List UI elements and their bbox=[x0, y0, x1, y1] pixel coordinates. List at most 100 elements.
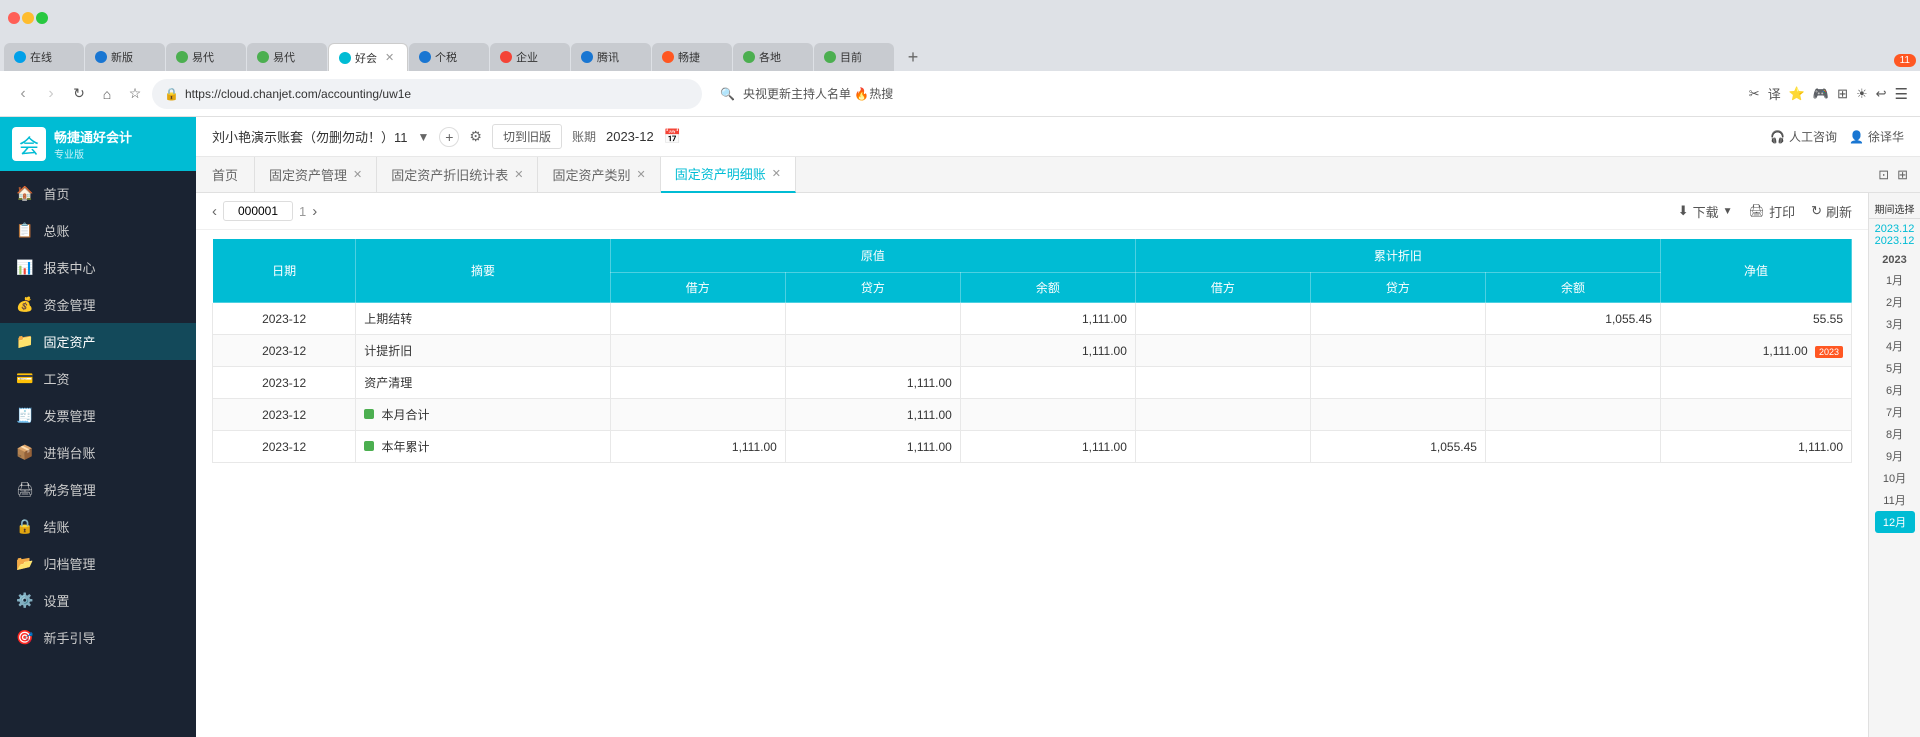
sidebar-item-salary[interactable]: 💳 工资 bbox=[0, 360, 196, 397]
calendar-icon[interactable]: 📅 bbox=[664, 128, 681, 145]
period-month-11[interactable]: 11月 bbox=[1875, 489, 1915, 511]
print-icon: 🖨 bbox=[1749, 203, 1766, 219]
row5-orig-balance: 1,111.00 bbox=[960, 431, 1135, 463]
next-page-btn[interactable]: › bbox=[312, 203, 317, 220]
tab-close-2[interactable]: ✕ bbox=[514, 168, 523, 181]
ext-undo[interactable]: ↩ bbox=[1876, 86, 1887, 102]
prev-page-btn[interactable]: ‹ bbox=[212, 203, 217, 220]
tab-asset-category[interactable]: 固定资产类别 ✕ bbox=[538, 157, 660, 193]
col-original-value: 原值 bbox=[610, 239, 1135, 273]
help-btn[interactable]: 🎧 人工咨询 bbox=[1770, 128, 1837, 145]
browser-tab-qiye[interactable]: 企业 bbox=[490, 43, 570, 71]
sidebar-item-home[interactable]: 🏠 首页 bbox=[0, 175, 196, 212]
sidebar-item-invoice[interactable]: 🧾 发票管理 bbox=[0, 397, 196, 434]
print-label: 打印 bbox=[1769, 202, 1795, 221]
browser-tab-tengxun[interactable]: 腾讯 bbox=[571, 43, 651, 71]
period-month-12[interactable]: 12月 bbox=[1875, 511, 1915, 533]
switch-version-btn[interactable]: 切到旧版 bbox=[492, 124, 562, 149]
nav-home[interactable]: ⌂ bbox=[96, 83, 118, 105]
sidebar-item-tax[interactable]: 🖨 税务管理 bbox=[0, 471, 196, 508]
ext-btn1[interactable]: ✂ bbox=[1749, 86, 1760, 102]
period-month-1[interactable]: 1月 bbox=[1875, 269, 1915, 291]
row4-summary: 本月合计 bbox=[356, 399, 611, 431]
new-tab-button[interactable]: + bbox=[899, 43, 927, 71]
ext-grid[interactable]: ⊞ bbox=[1837, 86, 1848, 102]
nav-bookmark[interactable]: ☆ bbox=[124, 83, 146, 105]
address-bar[interactable]: 🔒 https://cloud.chanjet.com/accounting/u… bbox=[152, 79, 702, 109]
settings-btn[interactable]: ⚙ bbox=[469, 128, 482, 145]
print-btn[interactable]: 🖨 打印 bbox=[1749, 202, 1796, 221]
sidebar-item-fixed-assets[interactable]: 📁 固定资产 bbox=[0, 323, 196, 360]
tab-close-1[interactable]: ✕ bbox=[353, 168, 362, 181]
browser-tab-haohui[interactable]: 好会 ✕ bbox=[328, 43, 408, 71]
ext-sun[interactable]: ☀ bbox=[1856, 86, 1868, 102]
tab-home[interactable]: 首页 bbox=[196, 157, 255, 193]
tab-asset-detail-label: 固定资产明细账 bbox=[675, 164, 766, 183]
col-summary: 摘要 bbox=[356, 239, 611, 303]
period-month-9[interactable]: 9月 bbox=[1875, 445, 1915, 467]
download-btn[interactable]: ⬇ 下载 ▼ bbox=[1678, 202, 1733, 221]
browser-tab-gedi[interactable]: 各地 bbox=[733, 43, 813, 71]
sidebar-item-settings[interactable]: ⚙️ 设置 bbox=[0, 582, 196, 619]
row2-orig-credit bbox=[785, 335, 960, 367]
tab-tengxun-label: 腾讯 bbox=[597, 49, 619, 65]
browser-tab-new[interactable]: 新版 bbox=[85, 43, 165, 71]
row1-accum-credit bbox=[1310, 303, 1485, 335]
sidebar-item-reports[interactable]: 📊 报表中心 bbox=[0, 249, 196, 286]
row1-net-value: 55.55 bbox=[1660, 303, 1851, 335]
add-account-btn[interactable]: + bbox=[439, 127, 459, 147]
period-year-2023[interactable]: 2023 bbox=[1875, 251, 1915, 269]
tab-haohui-close[interactable]: ✕ bbox=[385, 51, 394, 64]
period-month-10[interactable]: 10月 bbox=[1875, 467, 1915, 489]
period-selected-date1[interactable]: 2023.12 bbox=[1875, 223, 1915, 235]
ext-menu[interactable]: ☰ bbox=[1895, 85, 1908, 103]
period-month-8[interactable]: 8月 bbox=[1875, 423, 1915, 445]
browser-tab-yidai1[interactable]: 易代 bbox=[166, 43, 246, 71]
sidebar-item-guide[interactable]: 🎯 新手引导 bbox=[0, 619, 196, 656]
closing-icon: 🔒 bbox=[16, 518, 33, 535]
row5-summary-text: 本年累计 bbox=[382, 440, 430, 454]
period-month-6[interactable]: 6月 bbox=[1875, 379, 1915, 401]
browser-tab-yidai2[interactable]: 易代 bbox=[247, 43, 327, 71]
ext-btn3[interactable]: ⭐ bbox=[1789, 86, 1805, 102]
period-month-2[interactable]: 2月 bbox=[1875, 291, 1915, 313]
browser-tab-online[interactable]: 在线 bbox=[4, 43, 84, 71]
tab-asset-category-label: 固定资产类别 bbox=[552, 165, 630, 184]
page-number-input[interactable] bbox=[223, 201, 293, 221]
row2-net-value-text: 1,111.00 bbox=[1763, 344, 1808, 358]
nav-forward[interactable]: › bbox=[40, 83, 62, 105]
period-month-7[interactable]: 7月 bbox=[1875, 401, 1915, 423]
period-month-5[interactable]: 5月 bbox=[1875, 357, 1915, 379]
tab-depreciation-stats[interactable]: 固定资产折旧统计表 ✕ bbox=[377, 157, 538, 193]
tab-close-all[interactable]: ⊡ ⊞ bbox=[1866, 167, 1920, 183]
tab-close-4[interactable]: ✕ bbox=[772, 167, 781, 180]
row3-accum-debit bbox=[1135, 367, 1310, 399]
period-month-3[interactable]: 3月 bbox=[1875, 313, 1915, 335]
tab-fixed-assets-mgmt[interactable]: 固定资产管理 ✕ bbox=[255, 157, 377, 193]
nav-reload[interactable]: ↻ bbox=[68, 83, 90, 105]
sidebar-item-archive[interactable]: 📂 归档管理 bbox=[0, 545, 196, 582]
search-text: 央视更新主持人名单 🔥热搜 bbox=[743, 85, 893, 102]
sidebar-nav: 🏠 首页 📋 总账 📊 报表中心 💰 资金管理 📁 固定资产 💳 工资 bbox=[0, 171, 196, 737]
account-dropdown[interactable]: ▼ bbox=[418, 130, 430, 144]
sidebar-item-funds[interactable]: 💰 资金管理 bbox=[0, 286, 196, 323]
refresh-btn[interactable]: ↻ 刷新 bbox=[1811, 202, 1852, 221]
row4-summary-text: 本月合计 bbox=[382, 408, 430, 422]
nav-back[interactable]: ‹ bbox=[12, 83, 34, 105]
ext-translate[interactable]: 译 bbox=[1768, 84, 1781, 103]
sidebar-item-closing[interactable]: 🔒 结账 bbox=[0, 508, 196, 545]
browser-tab-mubiao[interactable]: 目前 bbox=[814, 43, 894, 71]
tab-close-3[interactable]: ✕ bbox=[637, 168, 646, 181]
period-selected-date2[interactable]: 2023.12 bbox=[1875, 235, 1915, 247]
col-accum-credit: 贷方 bbox=[1310, 273, 1485, 303]
user-avatar[interactable]: 👤 徐译华 bbox=[1849, 128, 1904, 145]
tab-asset-detail[interactable]: 固定资产明细账 ✕ bbox=[661, 157, 796, 193]
period-month-4[interactable]: 4月 bbox=[1875, 335, 1915, 357]
ext-btn4[interactable]: 🎮 bbox=[1813, 86, 1829, 102]
logo-icon: 会 bbox=[12, 127, 46, 161]
sidebar-item-ledger[interactable]: 📋 总账 bbox=[0, 212, 196, 249]
sidebar-item-inventory[interactable]: 📦 进销台账 bbox=[0, 434, 196, 471]
browser-tab-changjie[interactable]: 畅捷 bbox=[652, 43, 732, 71]
col-accum-debit: 借方 bbox=[1135, 273, 1310, 303]
browser-tab-geshui[interactable]: 个税 bbox=[409, 43, 489, 71]
